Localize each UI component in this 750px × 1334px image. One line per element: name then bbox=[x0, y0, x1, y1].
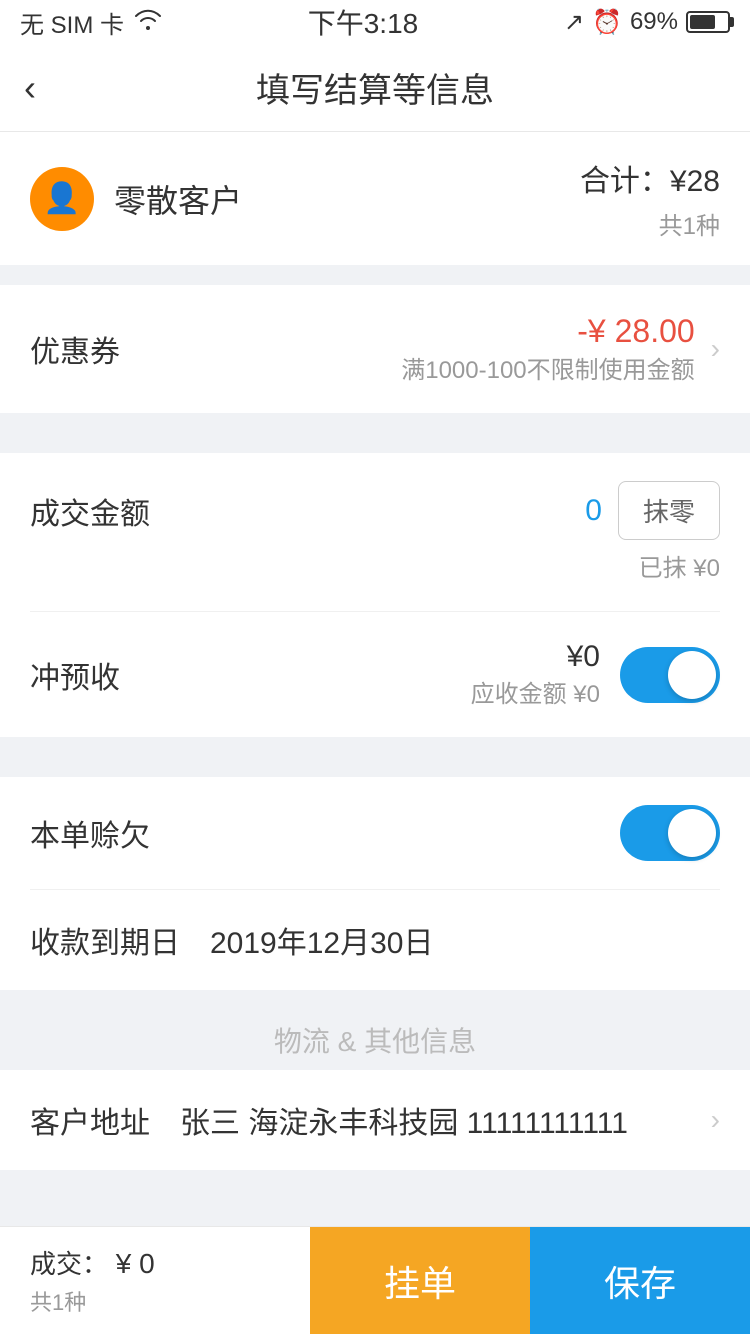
coupon-description: 满1000-100不限制使用金额 bbox=[401, 350, 694, 385]
wifi-icon bbox=[134, 8, 162, 37]
total-amount: 合计：¥28 bbox=[580, 156, 720, 200]
moling-button[interactable]: 抹零 bbox=[618, 481, 720, 540]
bottom-deal-amount: ¥ 0 bbox=[116, 1248, 155, 1279]
bottom-deal-row: 成交： ¥ 0 bbox=[30, 1244, 280, 1281]
deal-amount-top: 成交金额 0 抹零 bbox=[30, 481, 720, 540]
due-date-value: 2019年12月30日 bbox=[210, 918, 433, 962]
prepay-row: 冲预收 ¥0 应收金额 ¥0 bbox=[0, 612, 750, 737]
address-section[interactable]: 客户地址 张三 海淀永丰科技园 11111111111 › bbox=[0, 1070, 750, 1170]
coupon-right: -¥ 28.00 满1000-100不限制使用金额 › bbox=[401, 313, 720, 385]
address-label: 客户地址 bbox=[30, 1098, 150, 1142]
prepay-toggle[interactable] bbox=[620, 647, 720, 703]
back-button[interactable]: ‹ bbox=[24, 67, 36, 109]
avatar: 👤 bbox=[30, 167, 94, 231]
customer-row: 👤 零散客户 合计：¥28 共1种 bbox=[0, 132, 750, 265]
logistics-divider: 物流 & 其他信息 bbox=[0, 1010, 750, 1070]
prepay-values: ¥0 应收金额 ¥0 bbox=[471, 640, 600, 709]
bottom-deal-label: 成交： bbox=[30, 1249, 108, 1279]
address-chevron-icon: › bbox=[711, 1104, 720, 1136]
credit-section: 本单赊欠 收款到期日 2019年12月30日 bbox=[0, 777, 750, 990]
deal-amount-label: 成交金额 bbox=[30, 489, 150, 533]
coupon-right-inner: -¥ 28.00 满1000-100不限制使用金额 bbox=[401, 313, 694, 385]
location-icon: ↗ bbox=[564, 8, 584, 37]
status-time: 下午3:18 bbox=[308, 2, 419, 42]
chevron-icon: › bbox=[711, 333, 720, 365]
pending-button[interactable]: 挂单 bbox=[310, 1227, 530, 1334]
bottom-count: 共1种 bbox=[30, 1285, 280, 1317]
credit-label: 本单赊欠 bbox=[30, 811, 150, 855]
total-count: 共1种 bbox=[580, 206, 720, 241]
logistics-label: 物流 & 其他信息 bbox=[274, 1020, 476, 1060]
page-title: 填写结算等信息 bbox=[256, 63, 494, 112]
deal-amount-right: 0 抹零 bbox=[585, 481, 720, 540]
coupon-row[interactable]: 优惠券 -¥ 28.00 满1000-100不限制使用金额 › bbox=[0, 285, 750, 413]
credit-toggle-knob bbox=[668, 809, 716, 857]
deal-amount-section: 成交金额 0 抹零 已抹 ¥0 冲预收 ¥0 应收金额 ¥0 bbox=[0, 453, 750, 737]
prepay-right: ¥0 应收金额 ¥0 bbox=[471, 640, 720, 709]
section-gap-2 bbox=[0, 757, 750, 777]
status-right: ↗ ⏰ 69% bbox=[564, 8, 730, 37]
nav-bar: ‹ 填写结算等信息 bbox=[0, 44, 750, 132]
coupon-label: 优惠券 bbox=[30, 327, 120, 371]
prepay-label: 冲预收 bbox=[30, 653, 120, 697]
deal-amount-sub: 已抹 ¥0 bbox=[30, 548, 720, 583]
deal-amount-value: 0 bbox=[585, 494, 602, 528]
address-left: 客户地址 张三 海淀永丰科技园 11111111111 bbox=[30, 1098, 628, 1142]
bottom-info: 成交： ¥ 0 共1种 bbox=[0, 1244, 310, 1317]
deal-amount-row: 成交金额 0 抹零 已抹 ¥0 bbox=[0, 453, 750, 611]
status-bar: 无 SIM 卡 下午3:18 ↗ ⏰ 69% bbox=[0, 0, 750, 44]
customer-right: 合计：¥28 共1种 bbox=[580, 156, 720, 241]
coupon-section[interactable]: 优惠券 -¥ 28.00 满1000-100不限制使用金额 › bbox=[0, 285, 750, 413]
carrier-label: 无 SIM 卡 bbox=[20, 5, 124, 40]
due-date-row: 收款到期日 2019年12月30日 bbox=[0, 890, 750, 990]
prepay-receivable: 应收金额 ¥0 bbox=[471, 674, 600, 709]
avatar-icon: 👤 bbox=[43, 181, 80, 216]
due-date-label: 收款到期日 bbox=[30, 918, 180, 962]
bottom-bar: 成交： ¥ 0 共1种 挂单 保存 bbox=[0, 1226, 750, 1334]
content: 👤 零散客户 合计：¥28 共1种 优惠券 -¥ 28.00 满1000-100… bbox=[0, 132, 750, 1310]
customer-name: 零散客户 bbox=[114, 176, 242, 222]
prepay-amount: ¥0 bbox=[471, 640, 600, 674]
coupon-discount: -¥ 28.00 bbox=[401, 313, 694, 350]
status-left: 无 SIM 卡 bbox=[20, 5, 162, 40]
battery-icon bbox=[686, 11, 730, 33]
section-gap-1 bbox=[0, 433, 750, 453]
address-value: 张三 海淀永丰科技园 11111111111 bbox=[180, 1098, 628, 1142]
credit-toggle[interactable] bbox=[620, 805, 720, 861]
address-row[interactable]: 客户地址 张三 海淀永丰科技园 11111111111 › bbox=[0, 1070, 750, 1170]
toggle-knob bbox=[668, 651, 716, 699]
customer-section: 👤 零散客户 合计：¥28 共1种 bbox=[0, 132, 750, 265]
battery-percent: 69% bbox=[630, 8, 678, 36]
credit-row: 本单赊欠 bbox=[0, 777, 750, 889]
alarm-icon: ⏰ bbox=[592, 8, 622, 37]
save-button[interactable]: 保存 bbox=[530, 1227, 750, 1334]
customer-left: 👤 零散客户 bbox=[30, 167, 242, 231]
